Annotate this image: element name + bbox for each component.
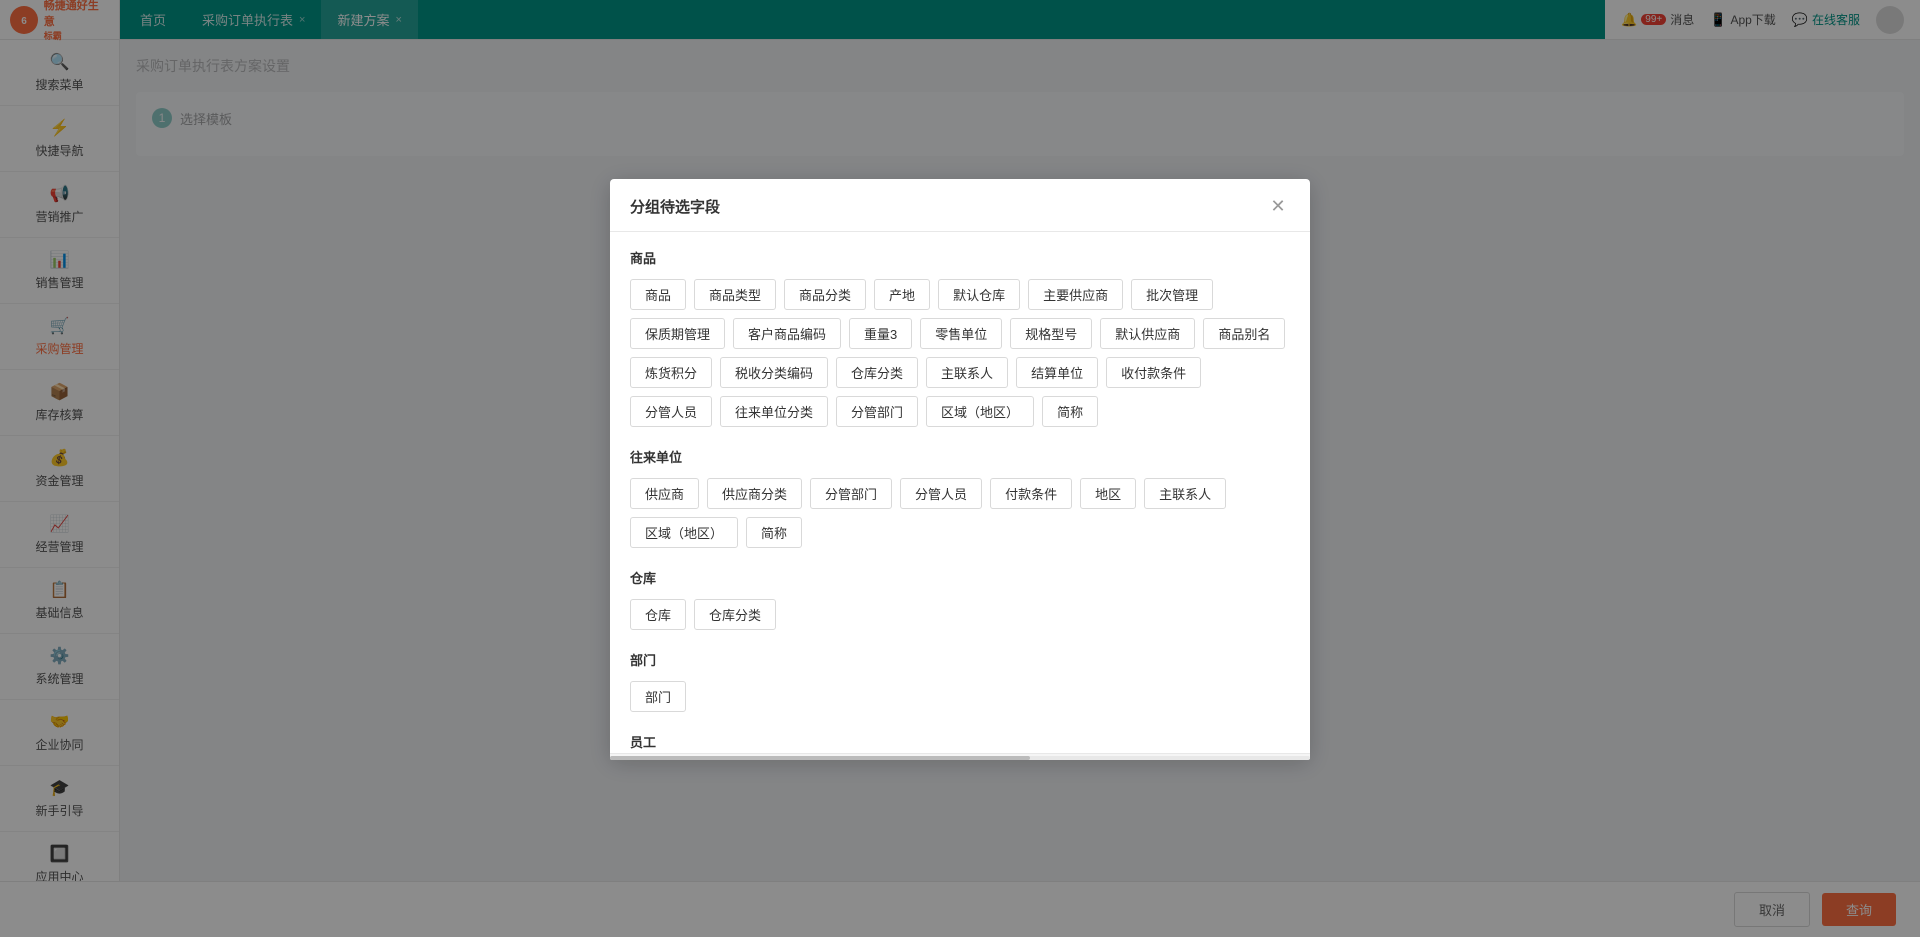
field-chip-goods-6[interactable]: 批次管理 <box>1131 279 1213 310</box>
field-select-modal: 分组待选字段 ✕ 商品 商品 商品类型 商品分类 产地 默认仓库 主要供应商 批… <box>610 179 1310 759</box>
field-chip-cp-1[interactable]: 供应商分类 <box>707 478 802 509</box>
section-title-employee: 员工 <box>630 732 1290 751</box>
field-grid-department: 部门 <box>630 681 1290 712</box>
field-chip-goods-18[interactable]: 结算单位 <box>1016 357 1098 388</box>
field-chip-cp-3[interactable]: 分管人员 <box>900 478 982 509</box>
section-goods: 商品 商品 商品类型 商品分类 产地 默认仓库 主要供应商 批次管理 保质期管理… <box>630 248 1290 427</box>
field-chip-goods-17[interactable]: 主联系人 <box>926 357 1008 388</box>
field-chip-goods-21[interactable]: 往来单位分类 <box>720 396 828 427</box>
field-chip-wh-1[interactable]: 仓库分类 <box>694 599 776 630</box>
section-department: 部门 部门 <box>630 650 1290 712</box>
field-chip-cp-4[interactable]: 付款条件 <box>990 478 1072 509</box>
modal-close-button[interactable]: ✕ <box>1266 195 1290 219</box>
field-chip-dept-0[interactable]: 部门 <box>630 681 686 712</box>
field-chip-goods-20[interactable]: 分管人员 <box>630 396 712 427</box>
field-chip-goods-10[interactable]: 零售单位 <box>920 318 1002 349</box>
field-chip-goods-23[interactable]: 区域（地区） <box>926 396 1034 427</box>
field-chip-goods-19[interactable]: 收付款条件 <box>1106 357 1201 388</box>
field-chip-cp-5[interactable]: 地区 <box>1080 478 1136 509</box>
section-counterpart: 往来单位 供应商 供应商分类 分管部门 分管人员 付款条件 地区 主联系人 区域… <box>630 447 1290 548</box>
field-chip-goods-8[interactable]: 客户商品编码 <box>733 318 841 349</box>
field-chip-goods-13[interactable]: 商品别名 <box>1203 318 1285 349</box>
field-chip-goods-14[interactable]: 炼货积分 <box>630 357 712 388</box>
field-grid-warehouse: 仓库 仓库分类 <box>630 599 1290 630</box>
section-title-goods: 商品 <box>630 248 1290 267</box>
modal-scrollbar-track <box>610 756 1310 760</box>
field-chip-wh-0[interactable]: 仓库 <box>630 599 686 630</box>
field-chip-goods-5[interactable]: 主要供应商 <box>1028 279 1123 310</box>
modal-scrollbar-area <box>610 753 1310 759</box>
modal-body[interactable]: 商品 商品 商品类型 商品分类 产地 默认仓库 主要供应商 批次管理 保质期管理… <box>610 232 1310 753</box>
field-chip-cp-2[interactable]: 分管部门 <box>810 478 892 509</box>
field-chip-cp-7[interactable]: 区域（地区） <box>630 517 738 548</box>
section-warehouse: 仓库 仓库 仓库分类 <box>630 568 1290 630</box>
modal-scrollbar-thumb[interactable] <box>610 756 1030 760</box>
field-chip-goods-2[interactable]: 商品分类 <box>784 279 866 310</box>
field-grid-goods: 商品 商品类型 商品分类 产地 默认仓库 主要供应商 批次管理 保质期管理 客户… <box>630 279 1290 427</box>
field-chip-goods-0[interactable]: 商品 <box>630 279 686 310</box>
field-chip-goods-7[interactable]: 保质期管理 <box>630 318 725 349</box>
field-chip-cp-8[interactable]: 简称 <box>746 517 802 548</box>
field-chip-goods-9[interactable]: 重量3 <box>849 318 912 349</box>
section-title-department: 部门 <box>630 650 1290 669</box>
field-chip-goods-22[interactable]: 分管部门 <box>836 396 918 427</box>
modal-header: 分组待选字段 ✕ <box>610 179 1310 232</box>
section-title-counterpart: 往来单位 <box>630 447 1290 466</box>
field-chip-cp-0[interactable]: 供应商 <box>630 478 699 509</box>
field-chip-goods-1[interactable]: 商品类型 <box>694 279 776 310</box>
field-chip-cp-6[interactable]: 主联系人 <box>1144 478 1226 509</box>
field-chip-goods-16[interactable]: 仓库分类 <box>836 357 918 388</box>
field-chip-goods-15[interactable]: 税收分类编码 <box>720 357 828 388</box>
modal-title: 分组待选字段 <box>630 196 720 217</box>
section-employee: 员工 业务员 <box>630 732 1290 753</box>
modal-overlay: 分组待选字段 ✕ 商品 商品 商品类型 商品分类 产地 默认仓库 主要供应商 批… <box>0 0 1920 937</box>
field-chip-goods-12[interactable]: 默认供应商 <box>1100 318 1195 349</box>
section-title-warehouse: 仓库 <box>630 568 1290 587</box>
field-chip-goods-3[interactable]: 产地 <box>874 279 930 310</box>
field-chip-goods-11[interactable]: 规格型号 <box>1010 318 1092 349</box>
field-grid-counterpart: 供应商 供应商分类 分管部门 分管人员 付款条件 地区 主联系人 区域（地区） … <box>630 478 1290 548</box>
field-chip-goods-4[interactable]: 默认仓库 <box>938 279 1020 310</box>
field-chip-goods-24[interactable]: 简称 <box>1042 396 1098 427</box>
